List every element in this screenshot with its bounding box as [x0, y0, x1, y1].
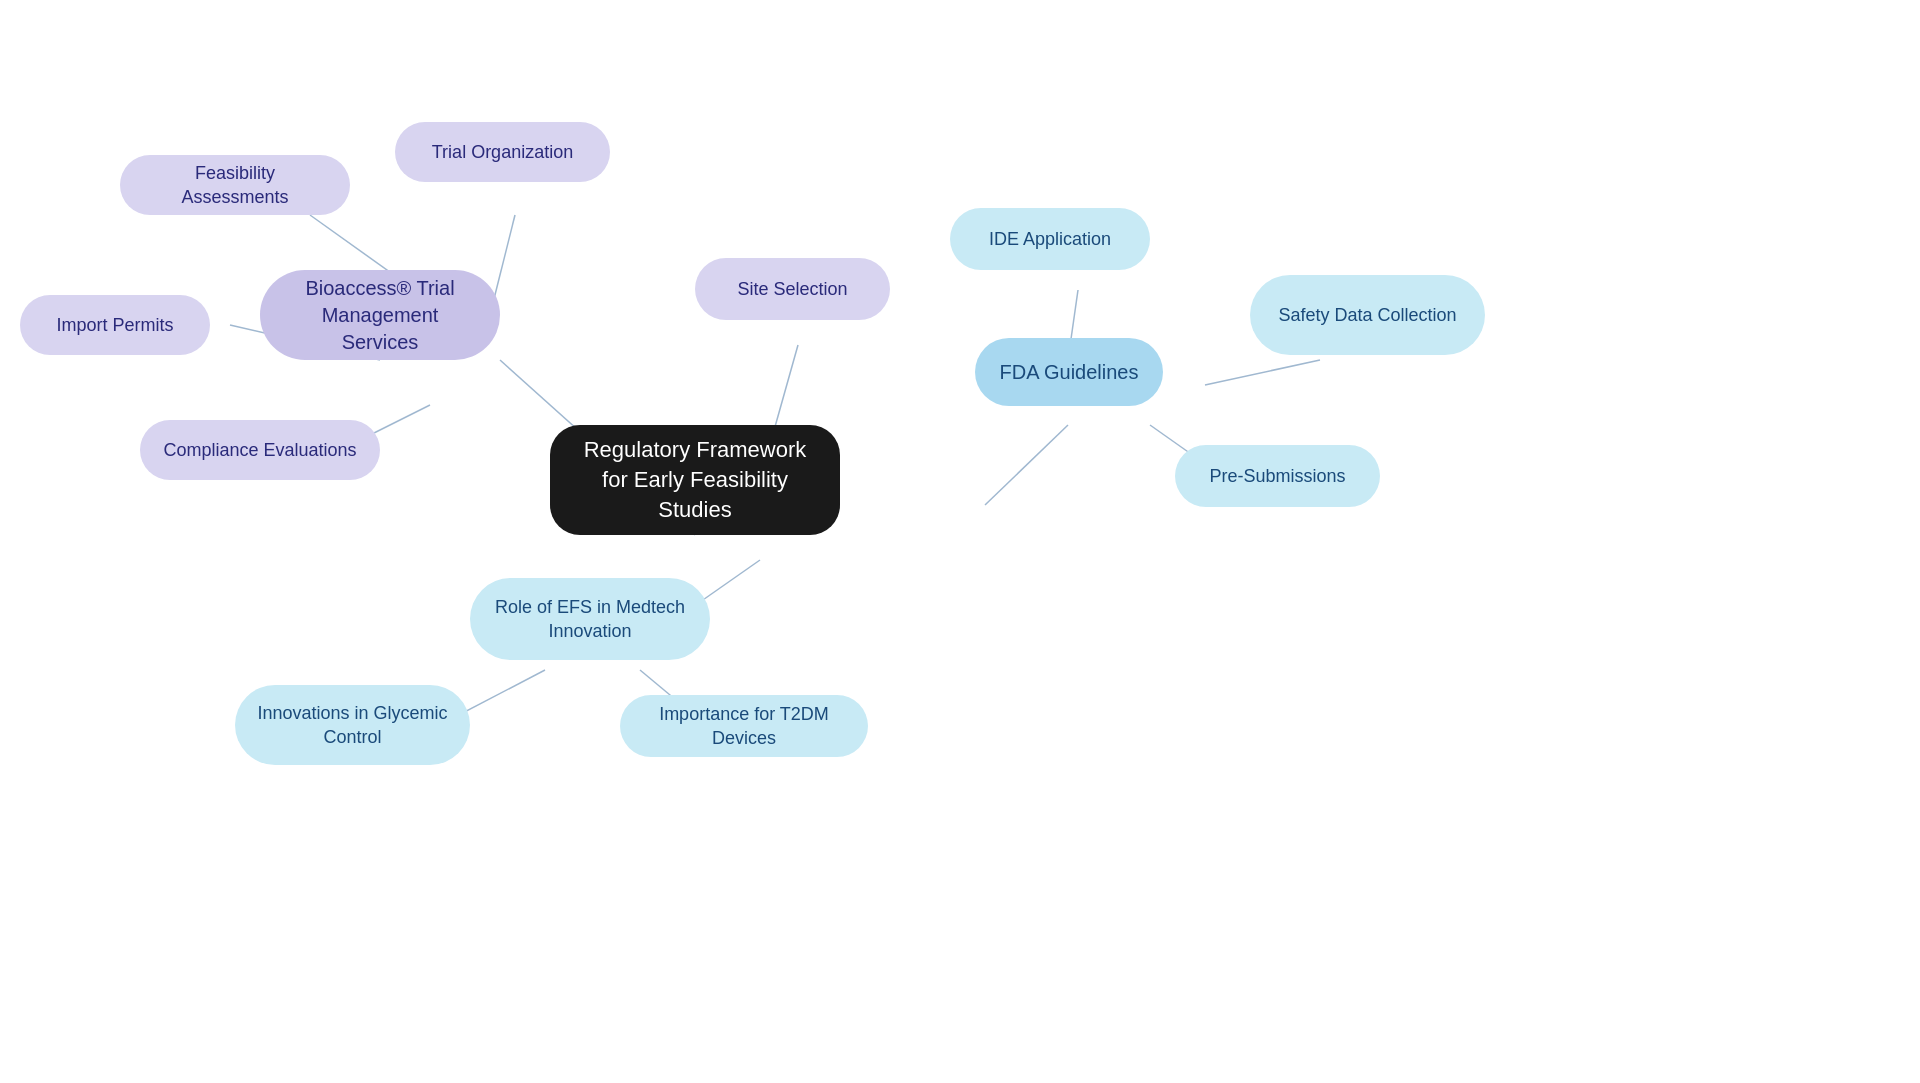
- compliance-label: Compliance Evaluations: [163, 438, 356, 462]
- site-selection-label: Site Selection: [737, 277, 847, 301]
- presubmissions-node: Pre-Submissions: [1175, 445, 1380, 507]
- compliance-node: Compliance Evaluations: [140, 420, 380, 480]
- ide-label: IDE Application: [989, 227, 1111, 251]
- feasibility-label: Feasibility Assessments: [142, 161, 328, 210]
- t2dm-label: Importance for T2DM Devices: [642, 702, 846, 751]
- role-efs-label: Role of EFS in Medtech Innovation: [492, 595, 688, 644]
- svg-line-6: [985, 425, 1068, 505]
- import-node: Import Permits: [20, 295, 210, 355]
- import-label: Import Permits: [56, 313, 173, 337]
- bioaccess-label: Bioaccess® Trial Management Services: [282, 275, 478, 356]
- bioaccess-node: Bioaccess® Trial Management Services: [260, 270, 500, 360]
- glycemic-node: Innovations in Glycemic Control: [235, 685, 470, 765]
- trial-org-node: Trial Organization: [395, 122, 610, 182]
- center-node: Regulatory Framework for Early Feasibili…: [550, 425, 840, 535]
- safety-label: Safety Data Collection: [1278, 303, 1456, 327]
- fda-label: FDA Guidelines: [1000, 359, 1139, 386]
- t2dm-node: Importance for T2DM Devices: [620, 695, 868, 757]
- fda-node: FDA Guidelines: [975, 338, 1163, 406]
- svg-line-8: [1205, 360, 1320, 385]
- feasibility-node: Feasibility Assessments: [120, 155, 350, 215]
- ide-node: IDE Application: [950, 208, 1150, 270]
- role-efs-node: Role of EFS in Medtech Innovation: [470, 578, 710, 660]
- presubmissions-label: Pre-Submissions: [1209, 464, 1345, 488]
- site-selection-node: Site Selection: [695, 258, 890, 320]
- safety-node: Safety Data Collection: [1250, 275, 1485, 355]
- glycemic-label: Innovations in Glycemic Control: [257, 701, 448, 750]
- trial-org-label: Trial Organization: [432, 140, 573, 164]
